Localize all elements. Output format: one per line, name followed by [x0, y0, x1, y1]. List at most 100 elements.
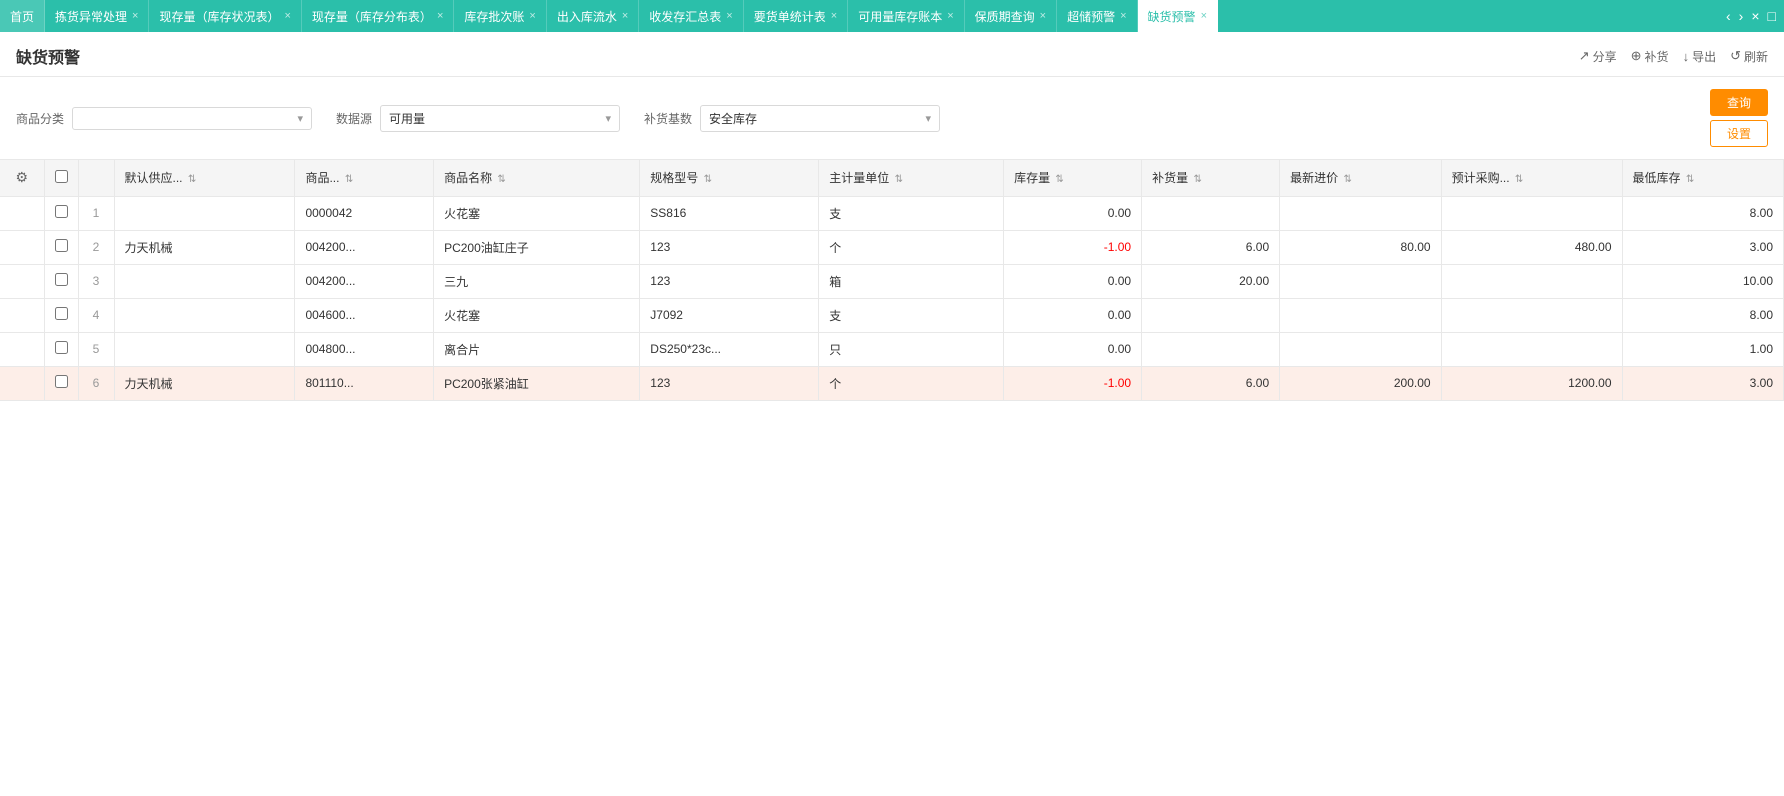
refresh-action[interactable]: ↺ 刷新 [1730, 48, 1768, 65]
tab-exception[interactable]: 拣货异常处理 × [45, 0, 149, 32]
row-checkbox-5[interactable] [44, 366, 78, 400]
replenish-icon: ⊕ [1631, 48, 1642, 64]
row-select-checkbox-2[interactable] [55, 273, 68, 286]
tab-inout-flow-label: 出入库流水 [557, 8, 617, 25]
tab-expiry-query-close[interactable]: × [1040, 10, 1046, 22]
tab-req-stats-close[interactable]: × [831, 10, 837, 22]
category-select[interactable]: ▾ [72, 107, 312, 130]
share-icon: ↗ [1579, 48, 1590, 64]
row-latest-price-3 [1280, 298, 1441, 332]
datasource-select[interactable]: 可用量 ▾ [380, 105, 620, 132]
row-select-checkbox-5[interactable] [55, 375, 68, 388]
row-product-code-4: 004800... [295, 332, 434, 366]
tab-req-stats[interactable]: 要货单统计表 × [744, 0, 848, 32]
table-header-row: ⚙ 默认供应... ⇅ 商品... ⇅ 商品名称 [0, 160, 1784, 196]
row-checkbox-3[interactable] [44, 298, 78, 332]
replenish-base-chevron-icon: ▾ [926, 112, 932, 125]
tab-prev-btn[interactable]: ‹ [1722, 0, 1735, 32]
row-est-purchase-2 [1441, 264, 1622, 298]
tab-inout-flow[interactable]: 出入库流水 × [547, 0, 639, 32]
col-min-stock: 最低库存 ⇅ [1622, 160, 1783, 196]
row-min-stock-3: 8.00 [1622, 298, 1783, 332]
tab-shortage-warning-label: 缺货预警 [1148, 8, 1196, 25]
spec-sort-icon[interactable]: ⇅ [704, 174, 712, 185]
tab-bar: 首页 拣货异常处理 × 现存量（库存状况表） × 现存量（库存分布表） × 库存… [0, 0, 1784, 32]
unit-sort-icon[interactable]: ⇅ [895, 174, 903, 185]
col-stock: 库存量 ⇅ [1004, 160, 1142, 196]
query-button[interactable]: 查询 [1710, 89, 1768, 116]
settings-button[interactable]: 设置 [1710, 120, 1768, 147]
tab-available-ledger-close[interactable]: × [947, 10, 953, 22]
product-code-sort-icon[interactable]: ⇅ [345, 174, 353, 185]
row-est-purchase-1: 480.00 [1441, 230, 1622, 264]
datasource-select-value: 可用量 [389, 110, 425, 127]
row-settings-0 [0, 196, 44, 230]
tab-home[interactable]: 首页 [0, 0, 45, 32]
tab-receive-summary[interactable]: 收发存汇总表 × [639, 0, 743, 32]
select-all-checkbox[interactable] [55, 170, 68, 183]
col-supplier: 默认供应... ⇅ [114, 160, 295, 196]
tab-batch-account[interactable]: 库存批次账 × [454, 0, 546, 32]
row-select-checkbox-3[interactable] [55, 307, 68, 320]
share-action[interactable]: ↗ 分享 [1579, 48, 1617, 65]
tab-expiry-query[interactable]: 保质期查询 × [965, 0, 1057, 32]
tab-batch-account-close[interactable]: × [529, 10, 535, 22]
replenish-base-filter-label: 补货基数 [644, 110, 692, 127]
row-replenish-qty-5: 6.00 [1142, 366, 1280, 400]
tab-exception-close[interactable]: × [132, 10, 138, 22]
tab-overstock-warning-close[interactable]: × [1120, 10, 1126, 22]
row-supplier-2 [114, 264, 295, 298]
tab-batch-account-label: 库存批次账 [464, 8, 524, 25]
est-purchase-sort-icon[interactable]: ⇅ [1515, 174, 1523, 185]
col-est-purchase: 预计采购... ⇅ [1441, 160, 1622, 196]
row-replenish-qty-1: 6.00 [1142, 230, 1280, 264]
row-select-checkbox-1[interactable] [55, 239, 68, 252]
row-select-checkbox-0[interactable] [55, 205, 68, 218]
row-num-3: 4 [78, 298, 114, 332]
tab-shortage-warning-close[interactable]: × [1201, 10, 1207, 22]
row-settings-3 [0, 298, 44, 332]
row-checkbox-2[interactable] [44, 264, 78, 298]
tab-inventory-dist-close[interactable]: × [437, 10, 443, 22]
table-row: 6 力天机械 801110... PC200张紧油缸 123 个 -1.00 6… [0, 366, 1784, 400]
latest-price-sort-icon[interactable]: ⇅ [1343, 174, 1351, 185]
filter-row: 商品分类 ▾ 数据源 可用量 ▾ 补货基数 安全库存 ▾ 查询 设置 [0, 77, 1784, 160]
row-num-0: 1 [78, 196, 114, 230]
product-name-sort-icon[interactable]: ⇅ [497, 174, 505, 185]
tab-inout-flow-close[interactable]: × [622, 10, 628, 22]
tab-available-ledger[interactable]: 可用量库存账本 × [848, 0, 964, 32]
row-est-purchase-0 [1441, 196, 1622, 230]
tab-shortage-warning[interactable]: 缺货预警 × [1138, 0, 1218, 32]
row-select-checkbox-4[interactable] [55, 341, 68, 354]
replenish-qty-sort-icon[interactable]: ⇅ [1193, 174, 1201, 185]
replenish-action[interactable]: ⊕ 补货 [1631, 48, 1669, 65]
row-num-4: 5 [78, 332, 114, 366]
supplier-sort-icon[interactable]: ⇅ [188, 174, 196, 185]
row-unit-4: 只 [819, 332, 1004, 366]
export-icon: ↓ [1683, 49, 1690, 64]
row-num-1: 2 [78, 230, 114, 264]
tab-inventory-status[interactable]: 现存量（库存状况表） × [149, 0, 301, 32]
row-checkbox-0[interactable] [44, 196, 78, 230]
row-est-purchase-5: 1200.00 [1441, 366, 1622, 400]
export-action[interactable]: ↓ 导出 [1683, 48, 1717, 65]
row-checkbox-1[interactable] [44, 230, 78, 264]
tab-overstock-warning[interactable]: 超储预警 × [1057, 0, 1137, 32]
tab-receive-summary-close[interactable]: × [726, 10, 732, 22]
page-header: 缺货预警 ↗ 分享 ⊕ 补货 ↓ 导出 ↺ 刷新 [0, 32, 1784, 77]
tab-maximize-btn[interactable]: □ [1764, 0, 1780, 32]
gear-icon[interactable]: ⚙ [15, 169, 28, 185]
replenish-base-select[interactable]: 安全库存 ▾ [700, 105, 940, 132]
category-filter-label: 商品分类 [16, 110, 64, 127]
tab-inventory-status-close[interactable]: × [284, 10, 290, 22]
col-replenish-qty: 补货量 ⇅ [1142, 160, 1280, 196]
col-checkbox [44, 160, 78, 196]
stock-sort-icon[interactable]: ⇅ [1055, 174, 1063, 185]
tab-inventory-dist[interactable]: 现存量（库存分布表） × [302, 0, 454, 32]
page-title: 缺货预警 [16, 44, 80, 68]
tab-close-all-btn[interactable]: × [1747, 0, 1763, 32]
row-checkbox-4[interactable] [44, 332, 78, 366]
datasource-filter-group: 数据源 可用量 ▾ [336, 105, 620, 132]
min-stock-sort-icon[interactable]: ⇅ [1686, 174, 1694, 185]
tab-next-btn[interactable]: › [1735, 0, 1748, 32]
